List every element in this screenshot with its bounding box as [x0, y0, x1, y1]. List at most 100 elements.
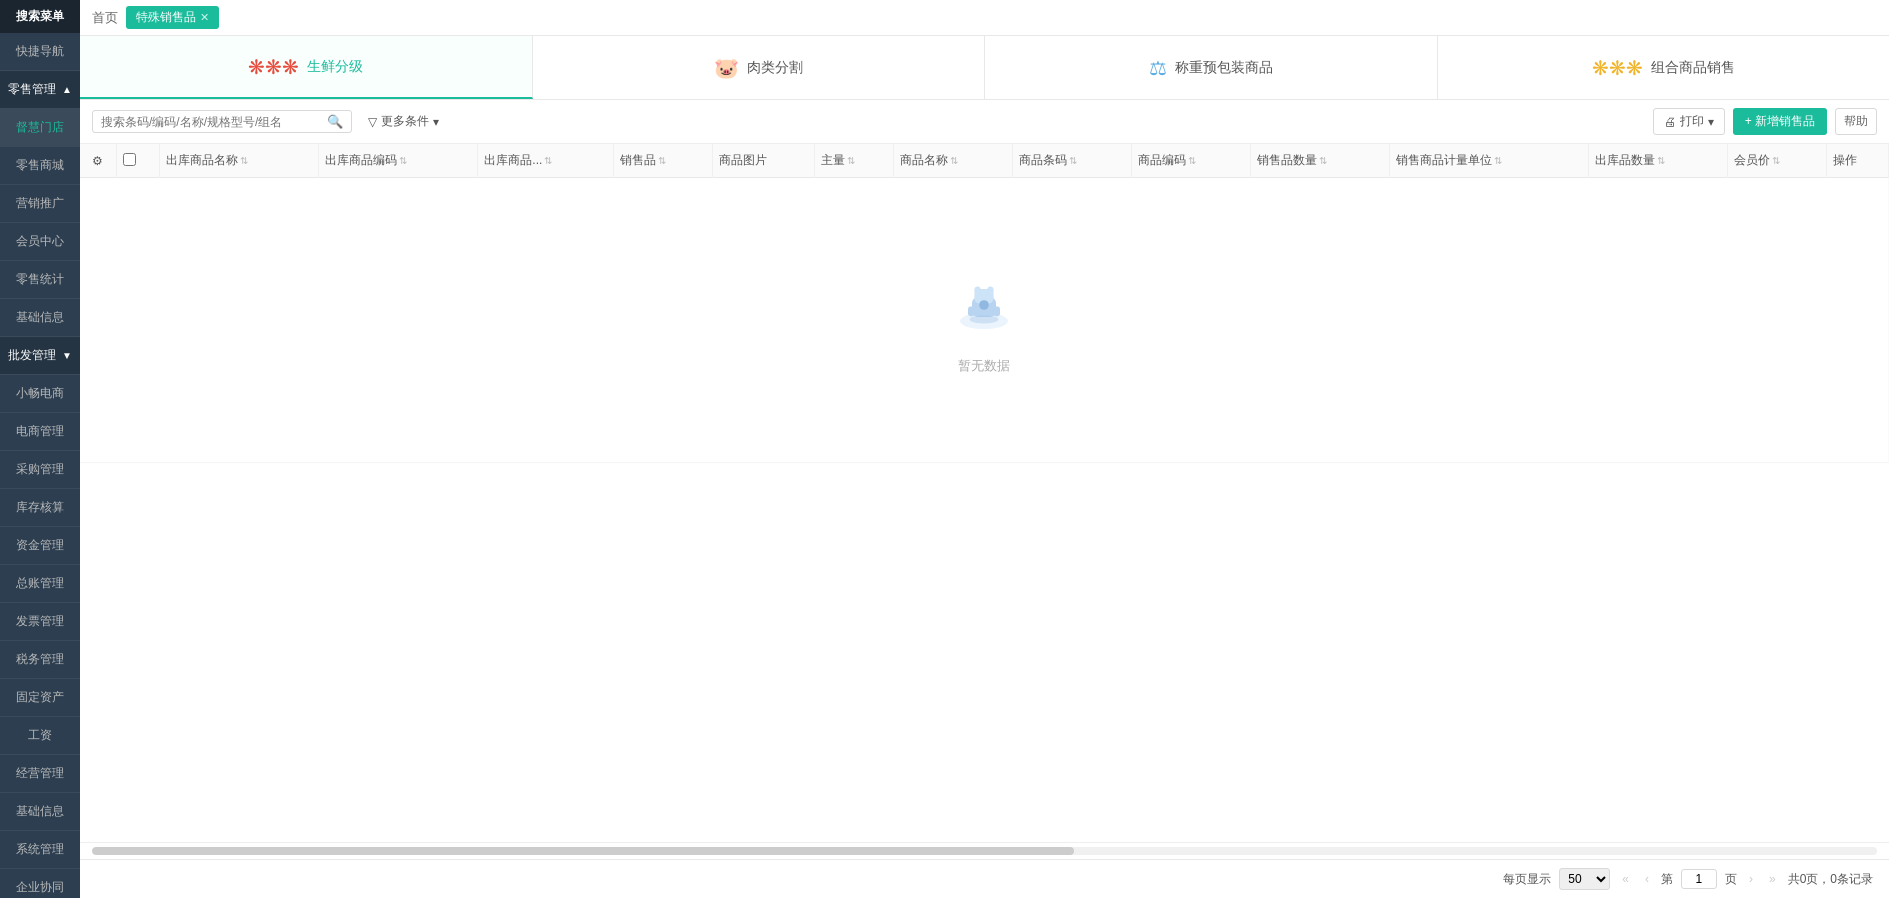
svg-point-7	[974, 287, 980, 295]
col-outqty[interactable]: 出库品数量⇅	[1589, 144, 1728, 178]
toolbar-left: 🔍 ▽ 更多条件 ▾	[92, 109, 447, 134]
print-dropdown-icon: ▾	[1708, 115, 1714, 129]
scale-icon: ⚖	[1149, 56, 1167, 80]
sidebar-item-ledger[interactable]: 总账管理	[0, 565, 80, 603]
sidebar-search-header[interactable]: 搜索菜单	[0, 0, 80, 33]
search-icon: 🔍	[327, 114, 343, 129]
svg-rect-5	[994, 307, 1000, 317]
tab-meat-cutting[interactable]: 🐷 肉类分割	[533, 36, 986, 99]
sort-icon-outqty: ⇅	[1657, 155, 1665, 166]
col-settings[interactable]: ⚙	[80, 144, 116, 178]
col-barcode[interactable]: 商品条码⇅	[1012, 144, 1131, 178]
sort-icon-outcode: ⇅	[399, 155, 407, 166]
sort-icon-barcode: ⇅	[1069, 155, 1077, 166]
first-page-button[interactable]: «	[1618, 870, 1633, 888]
scrollbar-track[interactable]	[92, 847, 1877, 855]
toolbar-right: 🖨 打印 ▾ + 新增销售品 帮助	[1653, 108, 1877, 135]
sidebar-item-system[interactable]: 系统管理	[0, 831, 80, 869]
tab-scale-prepack[interactable]: ⚖ 称重预包装商品	[985, 36, 1438, 99]
retail-arrow-icon: ▲	[62, 84, 72, 95]
col-mainqty[interactable]: 主量⇅	[815, 144, 894, 178]
empty-state: 暂无数据	[86, 185, 1882, 455]
sidebar-item-inventory[interactable]: 库存核算	[0, 489, 80, 527]
table-body: 暂无数据	[80, 178, 1889, 463]
select-all-checkbox[interactable]	[123, 153, 136, 166]
tab-fresh-grading[interactable]: ❋❋❋ 生鲜分级	[80, 36, 533, 99]
col-out-name[interactable]: 出库商品名称⇅	[160, 144, 319, 178]
sidebar-item-wholesale[interactable]: 批发管理 ▼	[0, 337, 80, 375]
wholesale-arrow-icon: ▼	[62, 350, 72, 361]
sidebar-item-basicinfo1[interactable]: 基础信息	[0, 299, 80, 337]
col-checkbox[interactable]	[116, 144, 160, 178]
col-saleitem[interactable]: 销售品⇅	[614, 144, 713, 178]
col-code[interactable]: 商品编码⇅	[1131, 144, 1250, 178]
sort-icon-unit: ⇅	[1494, 155, 1502, 166]
svg-rect-4	[968, 307, 974, 317]
sort-icon-saleqty: ⇅	[1319, 155, 1327, 166]
tab-scale-label: 称重预包装商品	[1175, 59, 1273, 77]
sidebar-item-retail[interactable]: 零售管理 ▲	[0, 71, 80, 109]
toolbar: 🔍 ▽ 更多条件 ▾ 🖨 打印 ▾ + 新增销售品 帮助	[80, 100, 1889, 144]
help-button[interactable]: 帮助	[1835, 108, 1877, 135]
table-container: ⚙ 出库商品名称⇅ 出库商品编码⇅ 出库商品...⇅ 销售品⇅ 商品图片 主量⇅…	[80, 144, 1889, 842]
sidebar-item-fixedassets[interactable]: 固定资产	[0, 679, 80, 717]
empty-icon	[944, 265, 1024, 345]
sidebar-item-supervisedstore[interactable]: 督慧门店	[0, 109, 80, 147]
meat-icon: 🐷	[714, 56, 739, 80]
combo-icon: ❋❋❋	[1592, 56, 1643, 80]
sidebar-item-payroll[interactable]: 工资	[0, 717, 80, 755]
current-page-input[interactable]	[1681, 869, 1717, 889]
sidebar: 搜索菜单 快捷导航 零售管理 ▲ 督慧门店 零售商城 营销推广 会员中心 零售统…	[0, 0, 80, 898]
search-input[interactable]	[101, 115, 327, 129]
breadcrumb-home[interactable]: 首页	[92, 9, 118, 27]
page-suffix: 页	[1725, 871, 1737, 888]
tab-row: ❋❋❋ 生鲜分级 🐷 肉类分割 ⚖ 称重预包装商品 ❋❋❋ 组合商品销售	[80, 36, 1889, 100]
col-out-code[interactable]: 出库商品编码⇅	[319, 144, 478, 178]
sidebar-item-basicinfo2[interactable]: 基础信息	[0, 793, 80, 831]
sidebar-item-business[interactable]: 经营管理	[0, 755, 80, 793]
col-name[interactable]: 商品名称⇅	[893, 144, 1012, 178]
svg-point-8	[987, 287, 993, 295]
sort-icon-outother: ⇅	[544, 155, 552, 166]
sidebar-item-ecommerce-mgmt[interactable]: 电商管理	[0, 413, 80, 451]
sidebar-item-quicknav[interactable]: 快捷导航	[0, 33, 80, 71]
per-page-select[interactable]: 20 50 100	[1559, 868, 1610, 890]
sidebar-item-finance[interactable]: 资金管理	[0, 527, 80, 565]
filter-label: 更多条件	[381, 113, 429, 130]
search-box[interactable]: 🔍	[92, 110, 352, 133]
sidebar-item-enterprise[interactable]: 企业协同	[0, 869, 80, 898]
page-label: 第	[1661, 871, 1673, 888]
prev-page-button[interactable]: ‹	[1641, 870, 1653, 888]
col-unit[interactable]: 销售商品计量单位⇅	[1389, 144, 1588, 178]
filter-button[interactable]: ▽ 更多条件 ▾	[360, 109, 447, 134]
print-icon: 🖨	[1664, 115, 1676, 129]
sidebar-item-tax[interactable]: 税务管理	[0, 641, 80, 679]
print-button[interactable]: 🖨 打印 ▾	[1653, 108, 1725, 135]
col-memberprice[interactable]: 会员价⇅	[1728, 144, 1827, 178]
next-page-button[interactable]: ›	[1745, 870, 1757, 888]
sort-icon-name: ⇅	[950, 155, 958, 166]
horizontal-scrollbar[interactable]	[80, 842, 1889, 859]
sort-icon-mainqty: ⇅	[847, 155, 855, 166]
close-tag-icon[interactable]: ✕	[200, 11, 209, 24]
col-image: 商品图片	[712, 144, 814, 178]
new-sales-item-button[interactable]: + 新增销售品	[1733, 108, 1827, 135]
sidebar-item-retailmall[interactable]: 零售商城	[0, 147, 80, 185]
sort-icon-code: ⇅	[1188, 155, 1196, 166]
scrollbar-thumb[interactable]	[92, 847, 1074, 855]
fresh-icon: ❋❋❋	[248, 55, 299, 79]
sidebar-item-ecommerce-small[interactable]: 小畅电商	[0, 375, 80, 413]
col-saleqty[interactable]: 销售品数量⇅	[1250, 144, 1389, 178]
breadcrumb-tag-label: 特殊销售品	[136, 9, 196, 26]
sort-icon-saleitem: ⇅	[658, 155, 666, 166]
col-out-other[interactable]: 出库商品...⇅	[478, 144, 614, 178]
col-action: 操作	[1826, 144, 1888, 178]
sidebar-item-invoice[interactable]: 发票管理	[0, 603, 80, 641]
sidebar-item-marketing[interactable]: 营销推广	[0, 185, 80, 223]
sidebar-item-purchase[interactable]: 采购管理	[0, 451, 80, 489]
sort-icon-outname: ⇅	[240, 155, 248, 166]
last-page-button[interactable]: »	[1765, 870, 1780, 888]
sidebar-item-retailstats[interactable]: 零售统计	[0, 261, 80, 299]
sidebar-item-members[interactable]: 会员中心	[0, 223, 80, 261]
tab-combo-sales[interactable]: ❋❋❋ 组合商品销售	[1438, 36, 1890, 99]
